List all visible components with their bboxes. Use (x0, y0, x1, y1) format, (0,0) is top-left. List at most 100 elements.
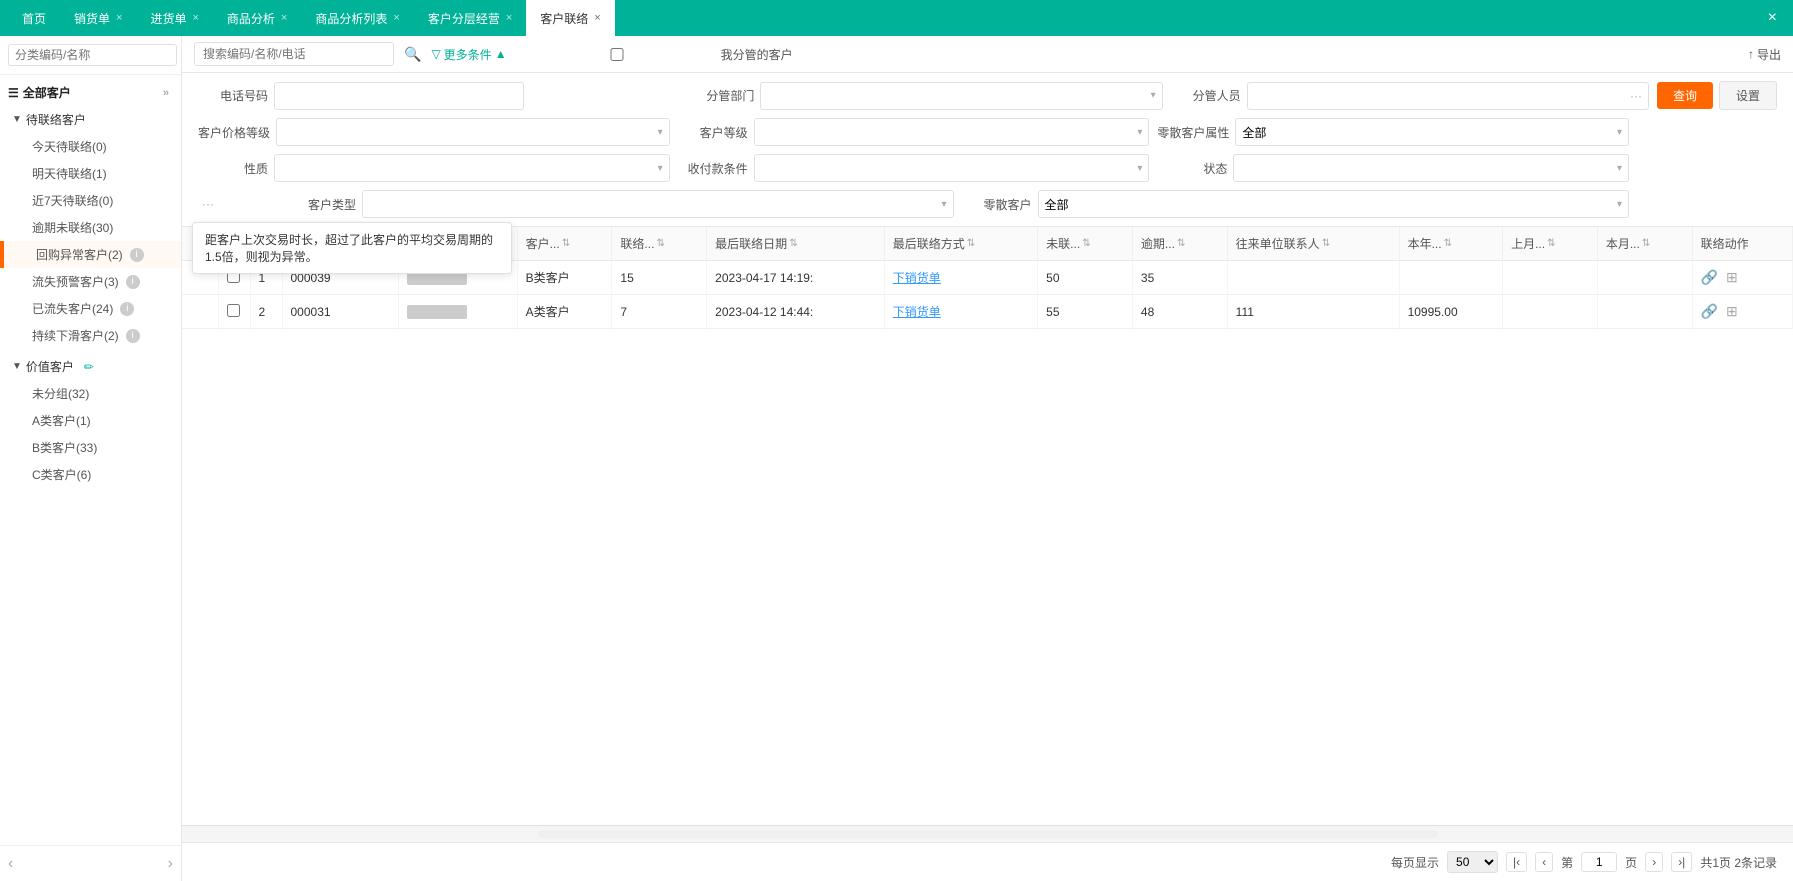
nav-home[interactable]: 首页 (8, 0, 60, 36)
nav-purchase-order[interactable]: 进货单 × (136, 0, 212, 36)
grid-action-icon[interactable]: ⊞ (1726, 269, 1738, 286)
dept-select[interactable]: ▾ (760, 82, 1162, 110)
sidebar-item-overdue-contact[interactable]: 逾期未联络(30) (0, 214, 181, 241)
more-filters-button[interactable]: ▽ 更多条件 ▲ (431, 46, 506, 63)
cell-code: 000031 (282, 295, 398, 329)
sidebar-item-a-class[interactable]: A类客户(1) (0, 407, 181, 434)
close-customer-contact-icon[interactable]: × (594, 12, 600, 24)
col-category[interactable]: 客户... ⇅ (517, 227, 612, 261)
col-unit-contacts[interactable]: 往来单位联系人 ⇅ (1227, 227, 1399, 261)
cell-unreached: 50 (1038, 261, 1133, 295)
scatter-attr-select[interactable]: 全部 ▾ (1235, 118, 1629, 146)
phone-input[interactable] (274, 82, 524, 110)
sidebar-prev-icon[interactable]: ‹ (8, 855, 13, 873)
prev-page-button[interactable]: ‹ (1535, 852, 1553, 872)
scatter-customer-select[interactable]: 全部 ▾ (1038, 190, 1630, 218)
churn-warning-info-icon[interactable]: i (126, 275, 140, 289)
edit-icon[interactable]: ✏ (84, 360, 94, 374)
close-customer-segmentation-icon[interactable]: × (506, 12, 512, 24)
cell-last-contact-method[interactable]: 下销货单 (884, 295, 1037, 329)
manager-field: 分管人员 ··· (1171, 82, 1649, 110)
sidebar-all-customers[interactable]: ☰ 全部客户 » (0, 79, 181, 106)
sidebar-collapse-btn[interactable]: » (163, 87, 169, 99)
advanced-filter-panel: 电话号码 分管部门 ▾ 分管人员 ··· (182, 73, 1793, 227)
my-customers-checkbox[interactable] (517, 48, 717, 61)
link-action-icon[interactable]: 🔗 (1701, 303, 1718, 320)
cell-unit-contacts (1227, 261, 1399, 295)
col-last-month[interactable]: 上月... ⇅ (1503, 227, 1598, 261)
price-level-select[interactable]: ▾ (276, 118, 670, 146)
export-button[interactable]: ↑ 导出 (1748, 46, 1781, 63)
sidebar-item-tomorrow-pending[interactable]: 明天待联络(1) (0, 160, 181, 187)
close-sales-order-icon[interactable]: × (116, 12, 122, 24)
sidebar-item-declining[interactable]: 持续下滑客户(2) i (0, 322, 181, 349)
cell-overdue: 48 (1132, 295, 1227, 329)
customer-level-chevron-icon: ▾ (1137, 127, 1142, 138)
col-this-year[interactable]: 本年... ⇅ (1399, 227, 1502, 261)
customer-level-select[interactable]: ▾ (754, 118, 1150, 146)
total-records-label: 共1页 2条记录 (1700, 854, 1777, 871)
horizontal-scrollbar[interactable] (182, 825, 1793, 842)
col-last-contact-method[interactable]: 最后联络方式 ⇅ (884, 227, 1037, 261)
cell-last-contact-method[interactable]: 下销货单 (884, 261, 1037, 295)
row-checkbox[interactable] (227, 304, 240, 317)
col-unreached[interactable]: 未联... ⇅ (1038, 227, 1133, 261)
page-of-label: 页 (1625, 854, 1637, 871)
sidebar-item-churned[interactable]: 已流失客户(24) i (0, 295, 181, 322)
repurchase-info-icon[interactable]: i (130, 248, 144, 262)
last-page-button[interactable]: ›| (1671, 852, 1692, 872)
cell-settings (182, 295, 218, 329)
first-page-button[interactable]: |‹ (1506, 852, 1527, 872)
customer-type-select[interactable]: ▾ (362, 190, 954, 218)
window-close-button[interactable]: × (1760, 9, 1785, 27)
manager-select[interactable]: ··· (1247, 82, 1649, 110)
close-product-analysis-icon[interactable]: × (281, 12, 287, 24)
link-action-icon[interactable]: 🔗 (1701, 269, 1718, 286)
grid-action-icon[interactable]: ⊞ (1726, 303, 1738, 320)
cell-name (398, 295, 517, 329)
col-this-month[interactable]: 本月... ⇅ (1597, 227, 1692, 261)
search-button[interactable]: 🔍 (404, 46, 421, 63)
sidebar-pending-contact-section[interactable]: ▼ 待联络客户 (0, 106, 181, 133)
sidebar-item-c-class[interactable]: C类客户(6) (0, 461, 181, 488)
col-overdue[interactable]: 逾期... ⇅ (1132, 227, 1227, 261)
export-icon: ↑ (1748, 47, 1754, 61)
next-page-button[interactable]: › (1645, 852, 1663, 872)
my-customers-checkbox-label[interactable]: 我分管的客户 (517, 46, 793, 63)
nav-sales-order[interactable]: 销货单 × (60, 0, 136, 36)
nav-customer-contact[interactable]: 客户联络 × (526, 0, 614, 36)
payment-select[interactable]: ▾ (754, 154, 1150, 182)
more-dots[interactable]: ··· (198, 197, 218, 211)
declining-info-icon[interactable]: i (126, 329, 140, 343)
churned-info-icon[interactable]: i (120, 302, 134, 316)
cell-checkbox[interactable] (218, 295, 250, 329)
sidebar-item-churn-warning[interactable]: 流失预警客户(3) i (0, 268, 181, 295)
col-contact[interactable]: 联络... ⇅ (612, 227, 707, 261)
nav-product-analysis[interactable]: 商品分析 × (213, 0, 301, 36)
close-purchase-order-icon[interactable]: × (192, 12, 198, 24)
sidebar-item-ungrouped[interactable]: 未分组(32) (0, 380, 181, 407)
page-number-input[interactable] (1581, 852, 1617, 872)
settings-button[interactable]: 设置 (1719, 81, 1777, 110)
category-search-input[interactable] (8, 44, 177, 66)
sidebar-item-7days-pending[interactable]: 近7天待联络(0) (0, 187, 181, 214)
customer-type-label: 客户类型 (286, 196, 356, 213)
sidebar-value-customers-section[interactable]: ▼ 价值客户 ✏ (0, 353, 181, 380)
customer-type-chevron-icon: ▾ (941, 199, 946, 210)
col-last-contact-date[interactable]: 最后联络日期 ⇅ (707, 227, 885, 261)
close-product-analysis-list-icon[interactable]: × (393, 12, 399, 24)
filter-row-1: 电话号码 分管部门 ▾ 分管人员 ··· (198, 81, 1777, 110)
page-size-select[interactable]: 50 100 200 (1447, 851, 1498, 873)
chevron-up-icon: ▲ (495, 47, 507, 61)
nature-select[interactable]: ▾ (274, 154, 670, 182)
query-button[interactable]: 查询 (1657, 82, 1713, 109)
nav-customer-segmentation[interactable]: 客户分层经营 × (414, 0, 526, 36)
nav-product-analysis-list[interactable]: 商品分析列表 × (301, 0, 413, 36)
sidebar-item-repurchase-anomaly[interactable]: 回购异常客户(2) i (0, 241, 181, 268)
search-input[interactable] (194, 42, 394, 66)
filter-row-2: 客户价格等级 ▾ 客户等级 ▾ 零散客户属性 (198, 118, 1777, 146)
status-select[interactable]: ▾ (1233, 154, 1629, 182)
sidebar-next-icon[interactable]: › (168, 855, 173, 873)
sidebar-item-b-class[interactable]: B类客户(33) (0, 434, 181, 461)
sidebar-item-today-pending[interactable]: 今天待联络(0) (0, 133, 181, 160)
